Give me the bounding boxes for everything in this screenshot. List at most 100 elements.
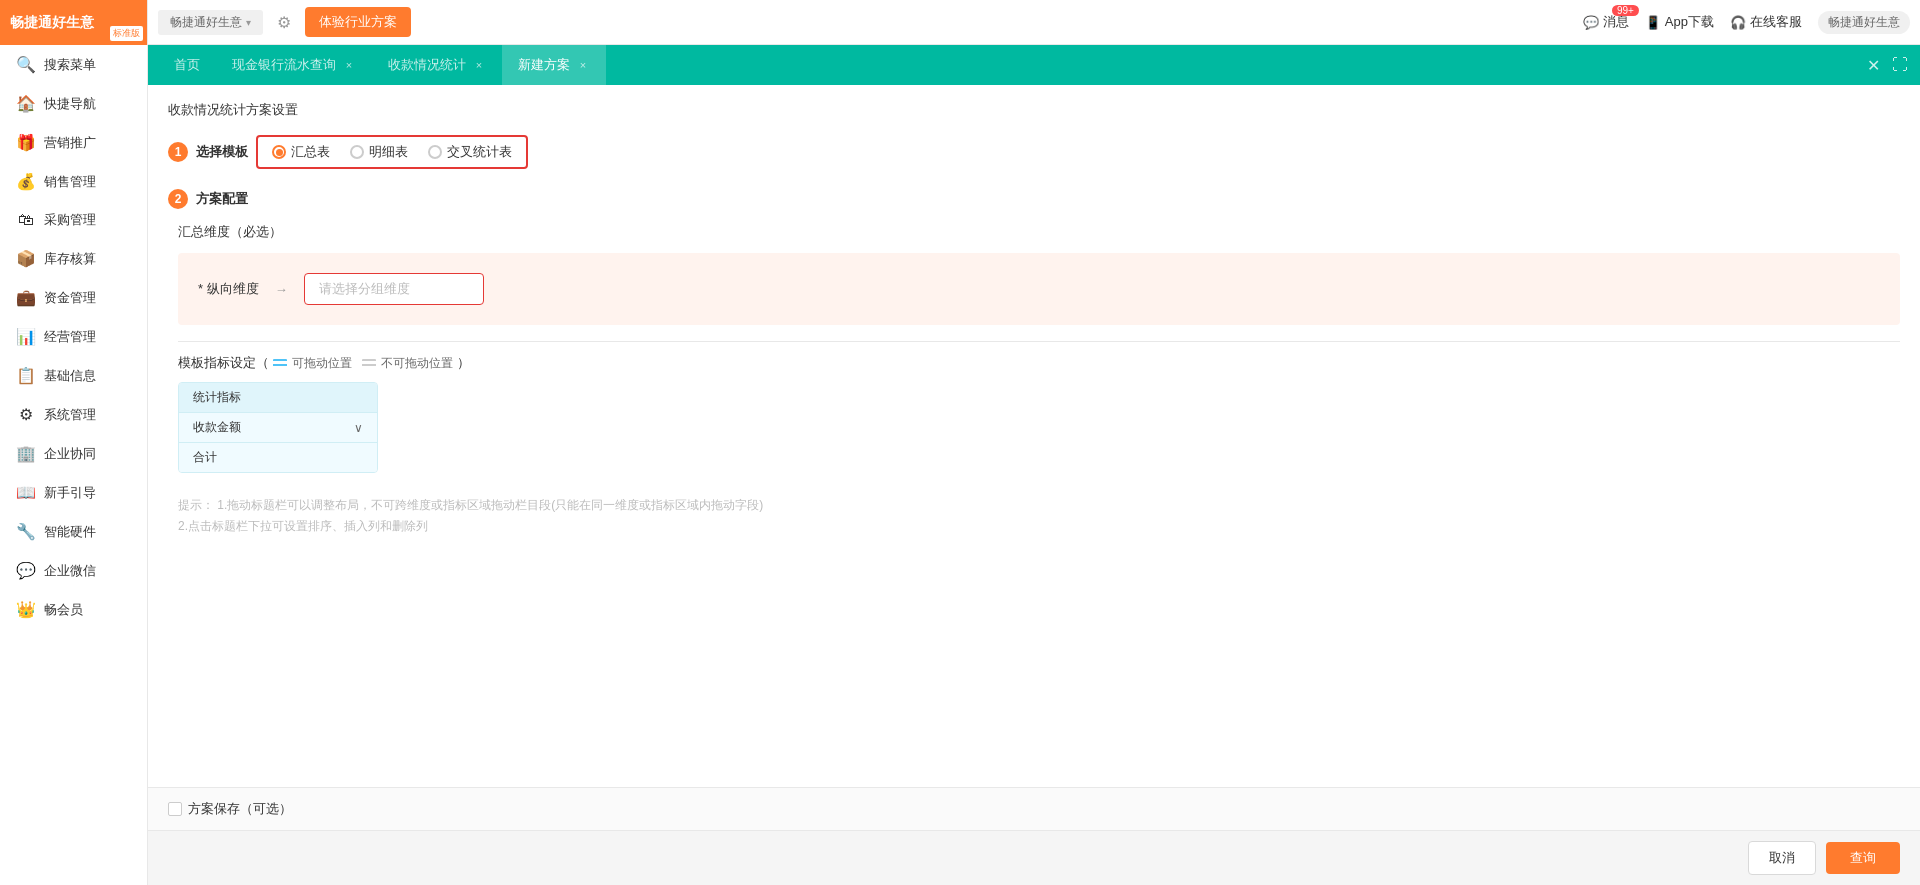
drag-blue-icon (273, 359, 287, 369)
stats-layout: 统计指标 收款金额 ∨ 合计 (178, 382, 1900, 473)
support-icon: 🎧 (1730, 15, 1746, 30)
section2-title: 方案配置 (196, 190, 248, 208)
tab-bank-flow-close[interactable]: × (342, 58, 356, 72)
dimension-input[interactable]: 请选择分组维度 (304, 273, 484, 305)
sidebar-item-purchase[interactable]: 🛍 采购管理 (0, 201, 147, 239)
page-title: 收款情况统计方案设置 (168, 101, 1900, 119)
notification-area[interactable]: 💬 消息 99+ (1583, 13, 1629, 31)
sidebar-item-search-menu[interactable]: 🔍 搜索菜单 (0, 45, 147, 84)
sidebar-label-search-menu: 搜索菜单 (44, 56, 96, 74)
sidebar-item-enterprise[interactable]: 🏢 企业协同 (0, 434, 147, 473)
online-support-area[interactable]: 🎧 在线客服 (1730, 13, 1802, 31)
dimension-area: * 纵向维度 → 请选择分组维度 (178, 253, 1900, 325)
sidebar-item-guide[interactable]: 📖 新手引导 (0, 473, 147, 512)
tab-new-plan[interactable]: 新建方案 × (502, 45, 606, 85)
sidebar-label-inventory: 库存核算 (44, 250, 96, 268)
sidebar-label-enterprise: 企业协同 (44, 445, 96, 463)
tab-bank-flow[interactable]: 现金银行流水查询 × (216, 45, 372, 85)
sidebar-label-basic-info: 基础信息 (44, 367, 96, 385)
user-info[interactable]: 畅捷通好生意 (1818, 11, 1910, 34)
sidebar-label-sales: 销售管理 (44, 173, 96, 191)
tab-receivable-stats[interactable]: 收款情况统计 × (372, 45, 502, 85)
sidebar-label-finance: 资金管理 (44, 289, 96, 307)
tab-receivable-stats-close[interactable]: × (472, 58, 486, 72)
sidebar-item-operations[interactable]: 📊 经营管理 (0, 317, 147, 356)
radio-summary[interactable]: 汇总表 (272, 143, 330, 161)
metric-settings-title: 模板指标设定（ 可拖动位置 不可拖动位置 ） (178, 354, 470, 372)
radio-detail-circle (350, 145, 364, 159)
stats-table: 统计指标 收款金额 ∨ 合计 (178, 382, 378, 473)
chevron-down-icon: ▾ (246, 17, 251, 28)
dimension-placeholder: 请选择分组维度 (319, 280, 410, 298)
industry-button[interactable]: 体验行业方案 (305, 7, 411, 37)
cancel-button[interactable]: 取消 (1748, 841, 1816, 875)
tab-maximize-btn[interactable]: ⛶ (1890, 54, 1910, 76)
sidebar-label-system: 系统管理 (44, 406, 96, 424)
radio-cross[interactable]: 交叉统计表 (428, 143, 512, 161)
finance-icon: 💼 (16, 288, 36, 307)
radio-detail[interactable]: 明细表 (350, 143, 408, 161)
sidebar-item-system[interactable]: ⚙ 系统管理 (0, 395, 147, 434)
radio-detail-label: 明细表 (369, 143, 408, 161)
dimension-arrow-icon: → (275, 282, 288, 297)
tab-close-btn[interactable]: ✕ (1865, 54, 1882, 77)
sidebar-item-quick-nav[interactable]: 🏠 快捷导航 (0, 84, 147, 123)
tab-bar: 首页 现金银行流水查询 × 收款情况统计 × 新建方案 × ✕ ⛶ (148, 45, 1920, 85)
section-template: 1 选择模板 汇总表 明细表 交叉统计表 (168, 135, 1900, 169)
tip1: 提示： 1.拖动标题栏可以调整布局，不可跨维度或指标区域拖动栏目段(只能在同一维… (178, 497, 1900, 514)
sales-icon: 💰 (16, 172, 36, 191)
vertical-dimension-label: * 纵向维度 (198, 280, 259, 298)
stats-total-cell: 合计 (179, 442, 377, 472)
online-support-label: 在线客服 (1750, 13, 1802, 31)
sidebar-label-guide: 新手引导 (44, 484, 96, 502)
tab-home-label: 首页 (174, 56, 200, 74)
guide-icon: 📖 (16, 483, 36, 502)
logo-text: 畅捷通好生意 (10, 14, 94, 32)
sidebar: 畅捷通好生意 标准版 🔍 搜索菜单 🏠 快捷导航 🎁 营销推广 💰 销售管理 🛍… (0, 0, 148, 885)
sidebar-label-quick-nav: 快捷导航 (44, 95, 96, 113)
stats-table-header: 统计指标 (179, 383, 377, 413)
app-icon: 📱 (1645, 15, 1661, 30)
save-plan-checkbox[interactable] (168, 802, 182, 816)
sidebar-item-marketing[interactable]: 🎁 营销推广 (0, 123, 147, 162)
sidebar-item-member[interactable]: 👑 畅会员 (0, 590, 147, 629)
section1-title: 选择模板 (196, 143, 248, 161)
stats-dropdown-icon[interactable]: ∨ (354, 421, 363, 435)
save-plan-checkbox-label[interactable]: 方案保存（可选） (168, 800, 292, 818)
system-icon: ⚙ (16, 405, 36, 424)
message-icon: 💬 (1583, 15, 1599, 30)
main-area: 畅捷通好生意 ▾ ⚙ 体验行业方案 💬 消息 99+ 📱 App下载 🎧 在线客… (148, 0, 1920, 885)
tab-controls: ✕ ⛶ (1865, 54, 1910, 77)
metric-settings-header: 模板指标设定（ 可拖动位置 不可拖动位置 ） (178, 354, 1900, 372)
section2-header: 2 方案配置 (168, 189, 1900, 209)
quick-nav-icon: 🏠 (16, 94, 36, 113)
top-header: 畅捷通好生意 ▾ ⚙ 体验行业方案 💬 消息 99+ 📱 App下载 🎧 在线客… (148, 0, 1920, 45)
tab-bank-flow-label: 现金银行流水查询 (232, 56, 336, 74)
member-icon: 👑 (16, 600, 36, 619)
non-draggable-indicator: 不可拖动位置 (362, 355, 453, 372)
metric-settings: 模板指标设定（ 可拖动位置 不可拖动位置 ） (178, 354, 1900, 473)
sidebar-item-finance[interactable]: 💼 资金管理 (0, 278, 147, 317)
save-plan-label: 方案保存（可选） (188, 800, 292, 818)
stats-amount-cell[interactable]: 收款金额 ∨ (179, 413, 377, 442)
tab-receivable-stats-label: 收款情况统计 (388, 56, 466, 74)
draggable-indicator: 可拖动位置 (273, 355, 352, 372)
settings-icon[interactable]: ⚙ (273, 9, 295, 36)
tab-home[interactable]: 首页 (158, 45, 216, 85)
sidebar-item-wechat[interactable]: 💬 企业微信 (0, 551, 147, 590)
tips-area: 提示： 1.拖动标题栏可以调整布局，不可跨维度或指标区域拖动栏目段(只能在同一维… (178, 485, 1900, 551)
section1-header: 1 选择模板 汇总表 明细表 交叉统计表 (168, 135, 1900, 169)
marketing-icon: 🎁 (16, 133, 36, 152)
sidebar-item-hardware[interactable]: 🔧 智能硬件 (0, 512, 147, 551)
tab-new-plan-close[interactable]: × (576, 58, 590, 72)
enterprise-icon: 🏢 (16, 444, 36, 463)
tip2: 2.点击标题栏下拉可设置排序、插入列和删除列 (178, 518, 1900, 535)
section1-number: 1 (168, 142, 188, 162)
query-button[interactable]: 查询 (1826, 842, 1900, 874)
template-options: 汇总表 明细表 交叉统计表 (256, 135, 528, 169)
sidebar-item-inventory[interactable]: 📦 库存核算 (0, 239, 147, 278)
sidebar-item-basic-info[interactable]: 📋 基础信息 (0, 356, 147, 395)
page-inner: 收款情况统计方案设置 1 选择模板 汇总表 明细表 (148, 85, 1920, 787)
sidebar-item-sales[interactable]: 💰 销售管理 (0, 162, 147, 201)
app-download-area[interactable]: 📱 App下载 (1645, 13, 1714, 31)
